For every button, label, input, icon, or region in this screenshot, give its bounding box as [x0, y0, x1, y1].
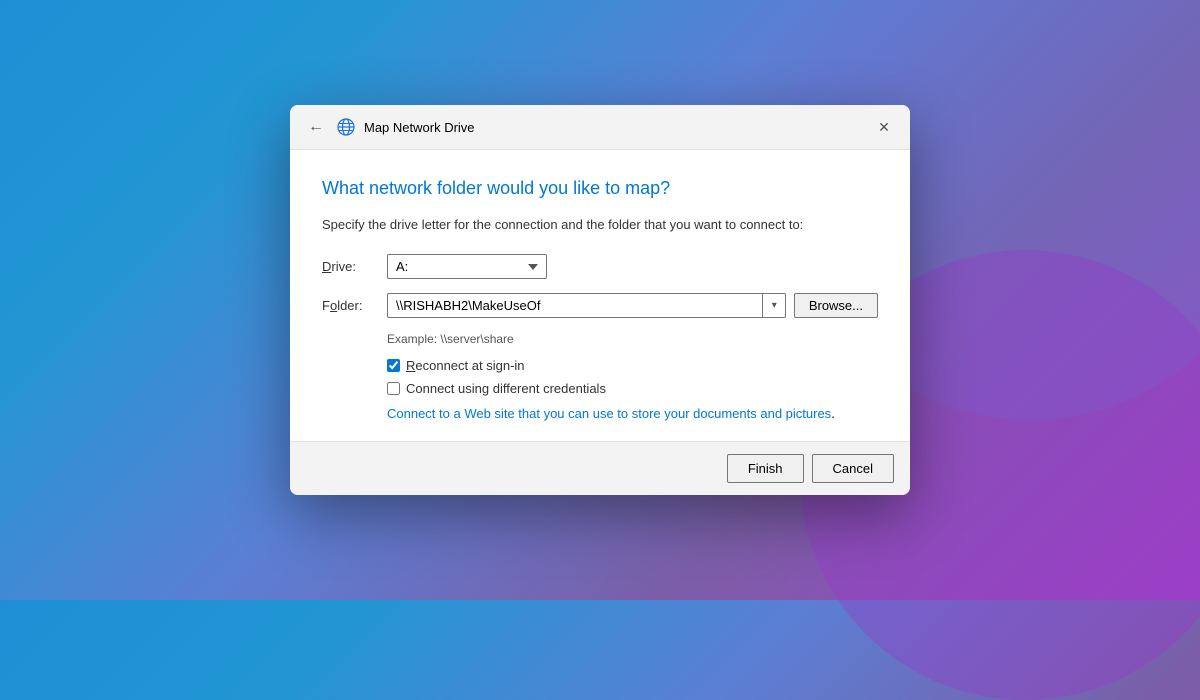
different-creds-row: Connect using different credentials	[387, 381, 878, 396]
reconnect-label[interactable]: Reconnect at sign-in	[406, 358, 525, 373]
close-button[interactable]: ✕	[870, 113, 898, 141]
reconnect-row: Reconnect at sign-in	[387, 358, 878, 373]
map-network-drive-dialog: ← Map Network Drive ✕ What network folde…	[290, 105, 910, 495]
dialog-title: Map Network Drive	[364, 120, 870, 135]
globe-icon	[336, 117, 356, 137]
dialog-titlebar: ← Map Network Drive ✕	[290, 105, 910, 150]
web-site-link[interactable]: Connect to a Web site that you can use t…	[387, 406, 831, 421]
example-text: Example: \\server\share	[387, 332, 878, 346]
dialog-heading: What network folder would you like to ma…	[322, 178, 878, 199]
reconnect-checkbox[interactable]	[387, 359, 400, 372]
cancel-button[interactable]: Cancel	[812, 454, 894, 483]
dialog-footer: Finish Cancel	[290, 441, 910, 495]
drive-select[interactable]: A: B: C: D: E: F: G: H: Z:	[387, 254, 547, 279]
folder-dropdown-button[interactable]: ▾	[762, 293, 786, 318]
folder-input-wrapper: ▾	[387, 293, 786, 318]
folder-label: Folder:	[322, 298, 387, 313]
web-link-row: Connect to a Web site that you can use t…	[387, 406, 878, 421]
folder-input[interactable]	[387, 293, 786, 318]
folder-row: Folder: ▾ Browse...	[322, 293, 878, 318]
drive-row: Drive: A: B: C: D: E: F: G: H: Z:	[322, 254, 878, 279]
dialog-body: What network folder would you like to ma…	[290, 150, 910, 441]
browse-button[interactable]: Browse...	[794, 293, 878, 318]
different-creds-label[interactable]: Connect using different credentials	[406, 381, 606, 396]
finish-button[interactable]: Finish	[727, 454, 804, 483]
different-creds-checkbox[interactable]	[387, 382, 400, 395]
back-button[interactable]: ←	[302, 117, 330, 137]
drive-label: Drive:	[322, 259, 387, 274]
dialog-subtitle: Specify the drive letter for the connect…	[322, 217, 878, 232]
